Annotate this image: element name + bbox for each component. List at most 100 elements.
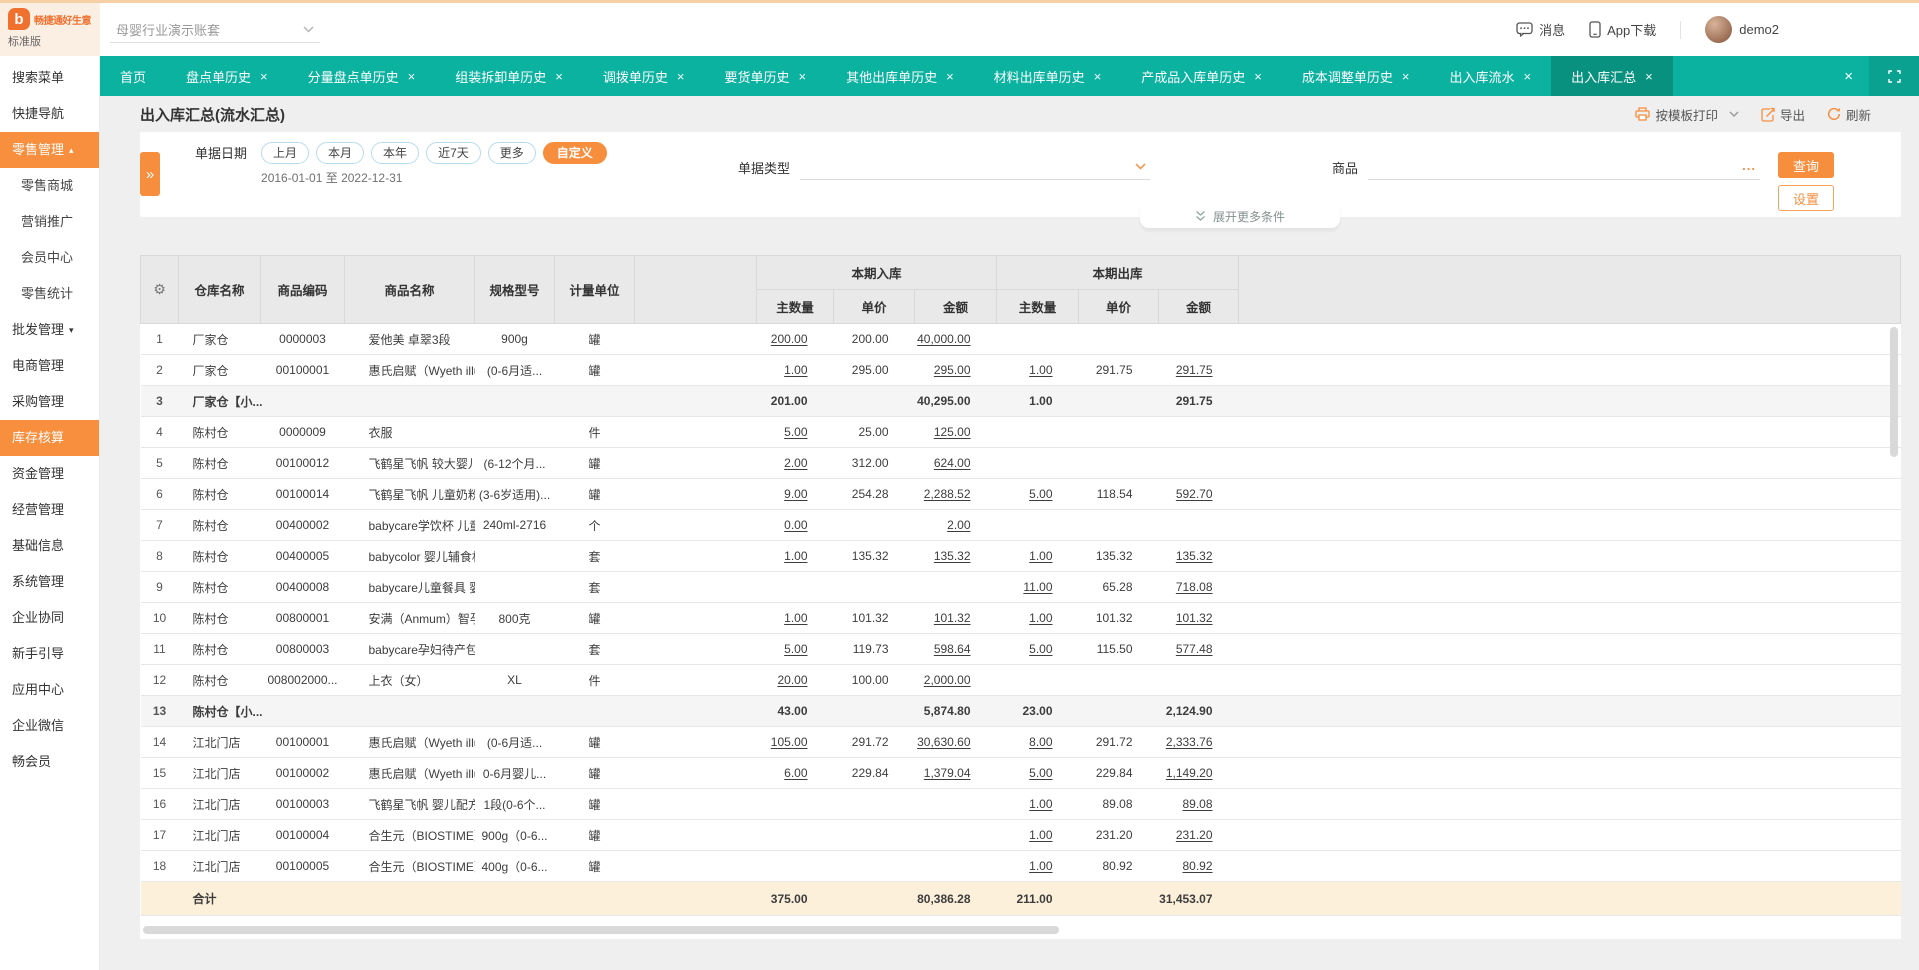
- app-download-button[interactable]: App下载: [1589, 20, 1656, 39]
- cell-in-qty[interactable]: 2.00: [756, 447, 834, 479]
- sidebar-item-营销推广[interactable]: 营销推广: [0, 204, 99, 240]
- tab-产成品入库单历史[interactable]: 产成品入库单历史 ×: [1121, 56, 1282, 96]
- tab-调拨单历史[interactable]: 调拨单历史 ×: [583, 56, 705, 96]
- sidebar-item-新手引导[interactable]: 新手引导: [0, 636, 99, 672]
- cell-in-amount[interactable]: 2,288.52: [914, 478, 997, 510]
- cell-out-qty[interactable]: 5.00: [996, 633, 1079, 665]
- cell-in-amount[interactable]: 30,630.60: [914, 726, 997, 758]
- messages-button[interactable]: 消息: [1516, 20, 1565, 39]
- close-tab-icon[interactable]: ×: [1524, 69, 1532, 84]
- cell-in-amount[interactable]: 1,379.04: [914, 757, 997, 789]
- cell-out-amount[interactable]: 135.32: [1158, 540, 1239, 572]
- sidebar-item-会员中心[interactable]: 会员中心: [0, 240, 99, 276]
- close-tab-icon[interactable]: ×: [798, 69, 806, 84]
- tab-分量盘点单历史[interactable]: 分量盘点单历史 ×: [288, 56, 436, 96]
- cell-out-amount[interactable]: 577.48: [1158, 633, 1239, 665]
- cell-out-qty[interactable]: 8.00: [996, 726, 1079, 758]
- fullscreen-button[interactable]: [1869, 56, 1919, 96]
- query-button[interactable]: 查询: [1778, 152, 1834, 178]
- date-range-value[interactable]: 2016-01-01 至 2022-12-31: [261, 169, 607, 186]
- sidebar-item-系统管理[interactable]: 系统管理: [0, 564, 99, 600]
- horizontal-scrollbar-thumb[interactable]: [143, 926, 1059, 934]
- collapse-filter-button[interactable]: »: [140, 152, 160, 196]
- cell-in-qty[interactable]: 20.00: [756, 664, 834, 696]
- cell-in-amount[interactable]: 598.64: [914, 633, 997, 665]
- print-by-template-button[interactable]: 按模板打印: [1635, 105, 1739, 124]
- date-pill-本月[interactable]: 本月: [316, 142, 365, 164]
- close-tab-icon[interactable]: ×: [1094, 69, 1102, 84]
- close-tab-icon[interactable]: ×: [408, 69, 416, 84]
- close-all-tabs-icon[interactable]: ×: [1828, 56, 1869, 96]
- date-pill-近7天[interactable]: 近7天: [426, 142, 481, 164]
- tab-成本调整单历史[interactable]: 成本调整单历史 ×: [1282, 56, 1430, 96]
- tab-组装拆卸单历史[interactable]: 组装拆卸单历史 ×: [435, 56, 583, 96]
- sidebar-item-应用中心[interactable]: 应用中心: [0, 672, 99, 708]
- cell-in-qty[interactable]: 6.00: [756, 757, 834, 789]
- expand-more-conditions[interactable]: 展开更多条件: [1140, 204, 1340, 228]
- cell-out-qty[interactable]: 5.00: [996, 757, 1079, 789]
- user-menu[interactable]: demo2: [1705, 16, 1779, 43]
- date-pill-custom[interactable]: 自定义: [542, 142, 607, 164]
- sidebar-item-基础信息[interactable]: 基础信息: [0, 528, 99, 564]
- cell-out-amount[interactable]: 80.92: [1158, 850, 1239, 882]
- cell-out-qty[interactable]: 5.00: [996, 478, 1079, 510]
- cell-in-qty[interactable]: 9.00: [756, 478, 834, 510]
- sidebar-item-零售管理[interactable]: 零售管理 ▴: [0, 132, 99, 168]
- sidebar-item-库存核算[interactable]: 库存核算: [0, 420, 99, 456]
- vertical-scrollbar-thumb[interactable]: [1890, 327, 1898, 457]
- sidebar-item-畅会员[interactable]: 畅会员: [0, 744, 99, 780]
- cell-in-amount[interactable]: 624.00: [914, 447, 997, 479]
- tab-材料出库单历史[interactable]: 材料出库单历史 ×: [974, 56, 1122, 96]
- cell-in-amount[interactable]: 101.32: [914, 602, 997, 634]
- ellipsis-picker-icon[interactable]: ...: [1742, 158, 1756, 173]
- cell-in-amount[interactable]: 40,000.00: [914, 323, 997, 355]
- settings-button[interactable]: 设置: [1778, 185, 1834, 211]
- gear-icon[interactable]: ⚙: [153, 281, 166, 297]
- export-button[interactable]: 导出: [1761, 105, 1805, 124]
- cell-out-qty[interactable]: 1.00: [996, 819, 1079, 851]
- cell-out-amount[interactable]: 101.32: [1158, 602, 1239, 634]
- cell-out-amount[interactable]: 291.75: [1158, 354, 1239, 386]
- cell-out-amount[interactable]: 718.08: [1158, 571, 1239, 603]
- close-tab-icon[interactable]: ×: [677, 69, 685, 84]
- date-pill-上月[interactable]: 上月: [261, 142, 310, 164]
- close-tab-icon[interactable]: ×: [260, 69, 268, 84]
- cell-in-qty[interactable]: 200.00: [756, 323, 834, 355]
- cell-out-amount[interactable]: 592.70: [1158, 478, 1239, 510]
- sidebar-item-快捷导航[interactable]: 快捷导航: [0, 96, 99, 132]
- cell-in-amount[interactable]: 2.00: [914, 509, 997, 541]
- date-pill-本年[interactable]: 本年: [371, 142, 420, 164]
- product-input[interactable]: ...: [1368, 158, 1761, 180]
- cell-in-amount[interactable]: 295.00: [914, 354, 997, 386]
- cell-in-qty[interactable]: 1.00: [756, 602, 834, 634]
- cell-out-qty[interactable]: 1.00: [996, 788, 1079, 820]
- close-tab-icon[interactable]: ×: [1402, 69, 1410, 84]
- close-tab-icon[interactable]: ×: [946, 69, 954, 84]
- sidebar-item-采购管理[interactable]: 采购管理: [0, 384, 99, 420]
- tab-出入库流水[interactable]: 出入库流水 ×: [1430, 56, 1552, 96]
- sidebar-item-企业协同[interactable]: 企业协同: [0, 600, 99, 636]
- doc-type-select[interactable]: [800, 158, 1151, 180]
- close-tab-icon[interactable]: ×: [1254, 69, 1262, 84]
- cell-out-amount[interactable]: 89.08: [1158, 788, 1239, 820]
- cell-out-qty[interactable]: 11.00: [996, 571, 1079, 603]
- cell-in-qty[interactable]: 1.00: [756, 540, 834, 572]
- sidebar-item-经营管理[interactable]: 经营管理: [0, 492, 99, 528]
- cell-in-amount[interactable]: 2,000.00: [914, 664, 997, 696]
- sidebar-item-搜索菜单[interactable]: 搜索菜单: [0, 60, 99, 96]
- account-select[interactable]: 母婴行业演示账套: [110, 17, 320, 43]
- tab-首页[interactable]: 首页: [100, 56, 166, 96]
- cell-out-qty[interactable]: 1.00: [996, 602, 1079, 634]
- cell-out-qty[interactable]: 1.00: [996, 540, 1079, 572]
- cell-out-amount[interactable]: 2,333.76: [1158, 726, 1239, 758]
- tab-其他出库单历史[interactable]: 其他出库单历史 ×: [826, 56, 974, 96]
- cell-out-qty[interactable]: 1.00: [996, 850, 1079, 882]
- cell-in-qty[interactable]: 5.00: [756, 633, 834, 665]
- cell-out-amount[interactable]: 1,149.20: [1158, 757, 1239, 789]
- sidebar-item-零售商城[interactable]: 零售商城: [0, 168, 99, 204]
- cell-out-amount[interactable]: 231.20: [1158, 819, 1239, 851]
- sidebar-item-企业微信[interactable]: 企业微信: [0, 708, 99, 744]
- refresh-button[interactable]: 刷新: [1827, 105, 1871, 124]
- cell-in-qty[interactable]: 0.00: [756, 509, 834, 541]
- cell-in-amount[interactable]: 125.00: [914, 416, 997, 448]
